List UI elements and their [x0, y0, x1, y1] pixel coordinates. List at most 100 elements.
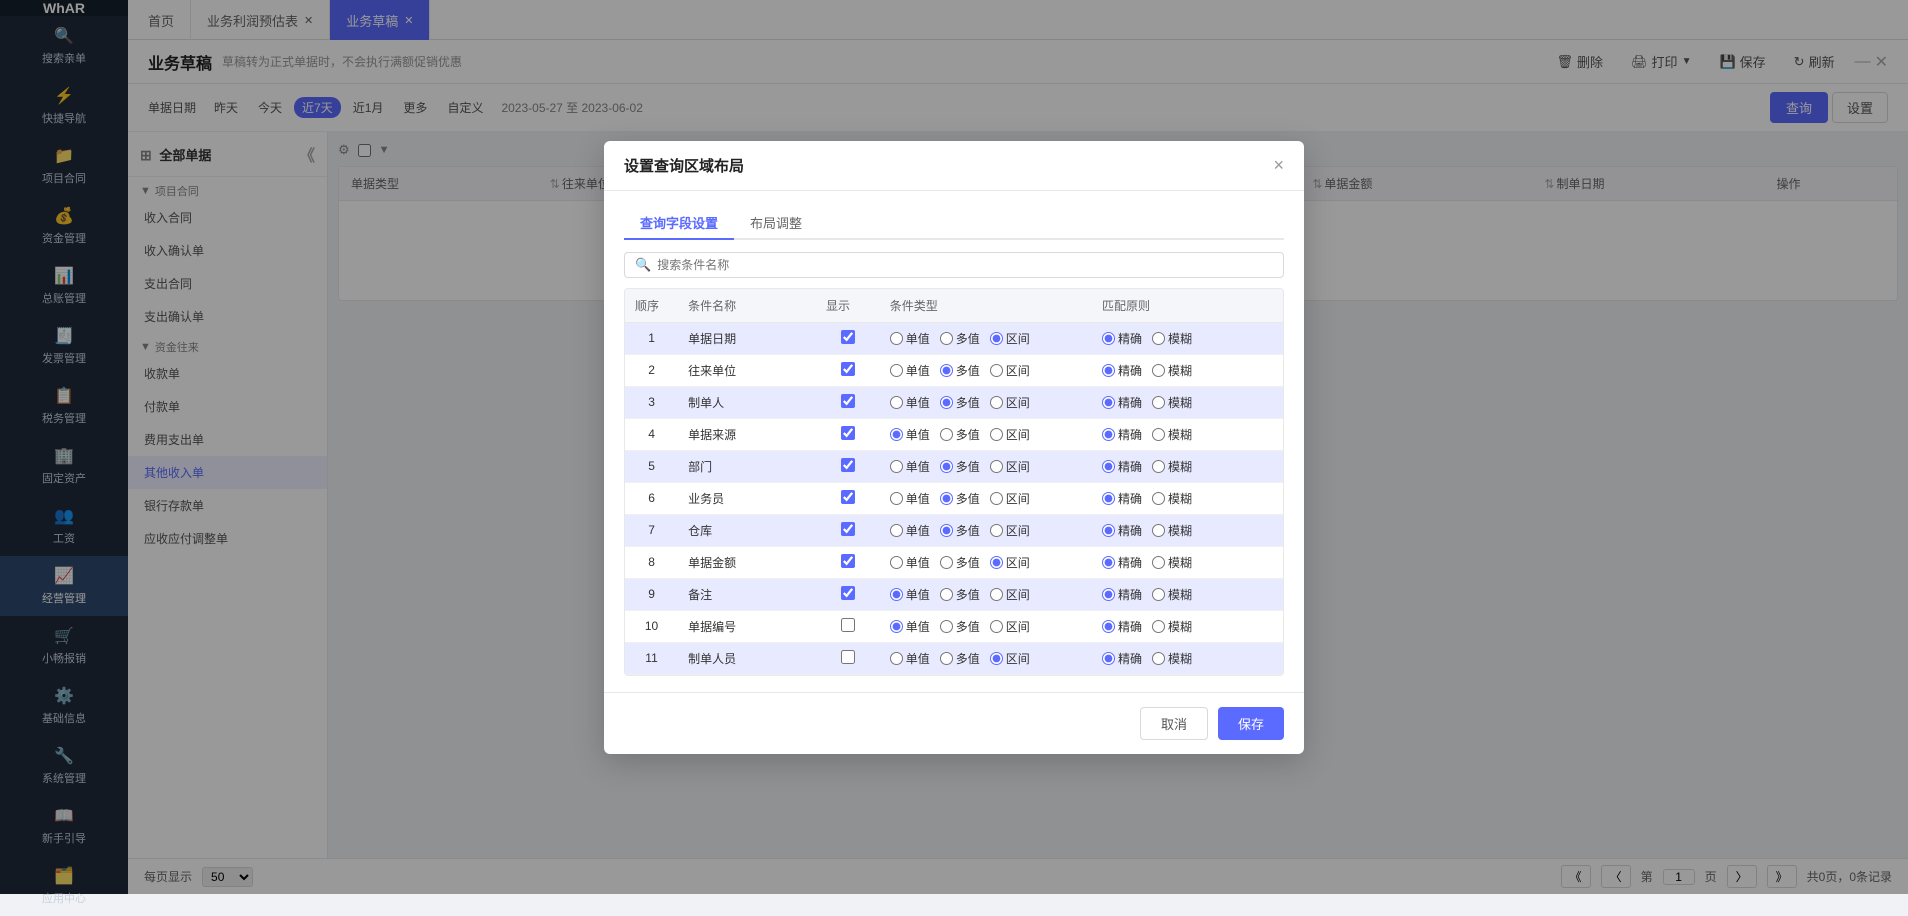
cell-display-6[interactable] [816, 482, 880, 514]
radio-type-多值-11[interactable]: 多值 [940, 650, 980, 667]
cell-type-8[interactable]: 单值多值区间 [880, 546, 1092, 578]
checkbox-display-11[interactable] [841, 650, 855, 664]
radio-type-多值-5[interactable]: 多值 [940, 458, 980, 475]
checkbox-display-7[interactable] [841, 522, 855, 536]
radio-type-区间-10[interactable]: 区间 [990, 618, 1030, 635]
cancel-button[interactable]: 取消 [1140, 707, 1208, 740]
checkbox-display-2[interactable] [841, 362, 855, 376]
cell-type-1[interactable]: 单值多值区间 [880, 322, 1092, 354]
radio-match-精确-3[interactable]: 精确 [1102, 394, 1142, 411]
cell-display-5[interactable] [816, 450, 880, 482]
radio-type-多值-4[interactable]: 多值 [940, 426, 980, 443]
cell-match-10[interactable]: 精确模糊 [1092, 610, 1283, 642]
checkbox-display-3[interactable] [841, 394, 855, 408]
radio-type-多值-1[interactable]: 多值 [940, 330, 980, 347]
radio-type-单值-11[interactable]: 单值 [890, 650, 930, 667]
cell-type-11[interactable]: 单值多值区间 [880, 642, 1092, 674]
cell-display-9[interactable] [816, 578, 880, 610]
modal-close-button[interactable]: × [1273, 155, 1284, 176]
modal-tab-query-fields[interactable]: 查询字段设置 [624, 207, 734, 240]
cell-type-9[interactable]: 单值多值区间 [880, 578, 1092, 610]
radio-type-区间-8[interactable]: 区间 [990, 554, 1030, 571]
radio-match-精确-11[interactable]: 精确 [1102, 650, 1142, 667]
radio-type-单值-5[interactable]: 单值 [890, 458, 930, 475]
radio-type-多值-8[interactable]: 多值 [940, 554, 980, 571]
radio-match-精确-6[interactable]: 精确 [1102, 490, 1142, 507]
radio-match-精确-10[interactable]: 精确 [1102, 618, 1142, 635]
cell-display-4[interactable] [816, 418, 880, 450]
radio-match-模糊-9[interactable]: 模糊 [1152, 586, 1192, 603]
cell-type-3[interactable]: 单值多值区间 [880, 386, 1092, 418]
radio-match-精确-8[interactable]: 精确 [1102, 554, 1142, 571]
cell-type-10[interactable]: 单值多值区间 [880, 610, 1092, 642]
cell-match-3[interactable]: 精确模糊 [1092, 386, 1283, 418]
cell-type-4[interactable]: 单值多值区间 [880, 418, 1092, 450]
radio-type-区间-5[interactable]: 区间 [990, 458, 1030, 475]
checkbox-display-10[interactable] [841, 618, 855, 632]
radio-type-区间-7[interactable]: 区间 [990, 522, 1030, 539]
cell-display-1[interactable] [816, 322, 880, 354]
radio-type-区间-11[interactable]: 区间 [990, 650, 1030, 667]
cell-match-5[interactable]: 精确模糊 [1092, 450, 1283, 482]
radio-match-模糊-3[interactable]: 模糊 [1152, 394, 1192, 411]
radio-match-模糊-10[interactable]: 模糊 [1152, 618, 1192, 635]
cell-match-2[interactable]: 精确模糊 [1092, 354, 1283, 386]
radio-type-单值-2[interactable]: 单值 [890, 362, 930, 379]
cell-display-11[interactable] [816, 642, 880, 674]
radio-match-模糊-2[interactable]: 模糊 [1152, 362, 1192, 379]
checkbox-display-8[interactable] [841, 554, 855, 568]
cell-display-3[interactable] [816, 386, 880, 418]
radio-type-多值-6[interactable]: 多值 [940, 490, 980, 507]
cell-match-1[interactable]: 精确模糊 [1092, 322, 1283, 354]
checkbox-display-9[interactable] [841, 586, 855, 600]
cell-display-7[interactable] [816, 514, 880, 546]
radio-match-模糊-6[interactable]: 模糊 [1152, 490, 1192, 507]
checkbox-display-1[interactable] [841, 330, 855, 344]
radio-match-模糊-4[interactable]: 模糊 [1152, 426, 1192, 443]
radio-type-区间-2[interactable]: 区间 [990, 362, 1030, 379]
cell-match-7[interactable]: 精确模糊 [1092, 514, 1283, 546]
radio-match-模糊-1[interactable]: 模糊 [1152, 330, 1192, 347]
radio-type-单值-4[interactable]: 单值 [890, 426, 930, 443]
radio-type-多值-7[interactable]: 多值 [940, 522, 980, 539]
radio-type-区间-3[interactable]: 区间 [990, 394, 1030, 411]
radio-type-多值-2[interactable]: 多值 [940, 362, 980, 379]
checkbox-display-5[interactable] [841, 458, 855, 472]
radio-match-模糊-7[interactable]: 模糊 [1152, 522, 1192, 539]
radio-match-精确-5[interactable]: 精确 [1102, 458, 1142, 475]
checkbox-display-6[interactable] [841, 490, 855, 504]
radio-type-单值-10[interactable]: 单值 [890, 618, 930, 635]
radio-type-区间-6[interactable]: 区间 [990, 490, 1030, 507]
cell-match-11[interactable]: 精确模糊 [1092, 642, 1283, 674]
radio-type-单值-6[interactable]: 单值 [890, 490, 930, 507]
radio-match-精确-4[interactable]: 精确 [1102, 426, 1142, 443]
cell-display-2[interactable] [816, 354, 880, 386]
radio-match-模糊-5[interactable]: 模糊 [1152, 458, 1192, 475]
cell-type-7[interactable]: 单值多值区间 [880, 514, 1092, 546]
cell-match-6[interactable]: 精确模糊 [1092, 482, 1283, 514]
radio-match-模糊-11[interactable]: 模糊 [1152, 650, 1192, 667]
cell-display-8[interactable] [816, 546, 880, 578]
radio-match-精确-2[interactable]: 精确 [1102, 362, 1142, 379]
checkbox-display-4[interactable] [841, 426, 855, 440]
cell-match-9[interactable]: 精确模糊 [1092, 578, 1283, 610]
cell-display-10[interactable] [816, 610, 880, 642]
radio-type-单值-8[interactable]: 单值 [890, 554, 930, 571]
cell-type-6[interactable]: 单值多值区间 [880, 482, 1092, 514]
radio-type-单值-3[interactable]: 单值 [890, 394, 930, 411]
modal-tab-layout[interactable]: 布局调整 [734, 207, 818, 240]
radio-match-精确-1[interactable]: 精确 [1102, 330, 1142, 347]
radio-match-精确-9[interactable]: 精确 [1102, 586, 1142, 603]
radio-type-单值-9[interactable]: 单值 [890, 586, 930, 603]
radio-type-区间-4[interactable]: 区间 [990, 426, 1030, 443]
radio-type-多值-10[interactable]: 多值 [940, 618, 980, 635]
radio-type-单值-7[interactable]: 单值 [890, 522, 930, 539]
radio-type-多值-9[interactable]: 多值 [940, 586, 980, 603]
cell-type-5[interactable]: 单值多值区间 [880, 450, 1092, 482]
radio-type-区间-9[interactable]: 区间 [990, 586, 1030, 603]
cell-type-2[interactable]: 单值多值区间 [880, 354, 1092, 386]
modal-save-button[interactable]: 保存 [1218, 707, 1284, 740]
radio-type-多值-3[interactable]: 多值 [940, 394, 980, 411]
radio-match-模糊-8[interactable]: 模糊 [1152, 554, 1192, 571]
cell-match-4[interactable]: 精确模糊 [1092, 418, 1283, 450]
